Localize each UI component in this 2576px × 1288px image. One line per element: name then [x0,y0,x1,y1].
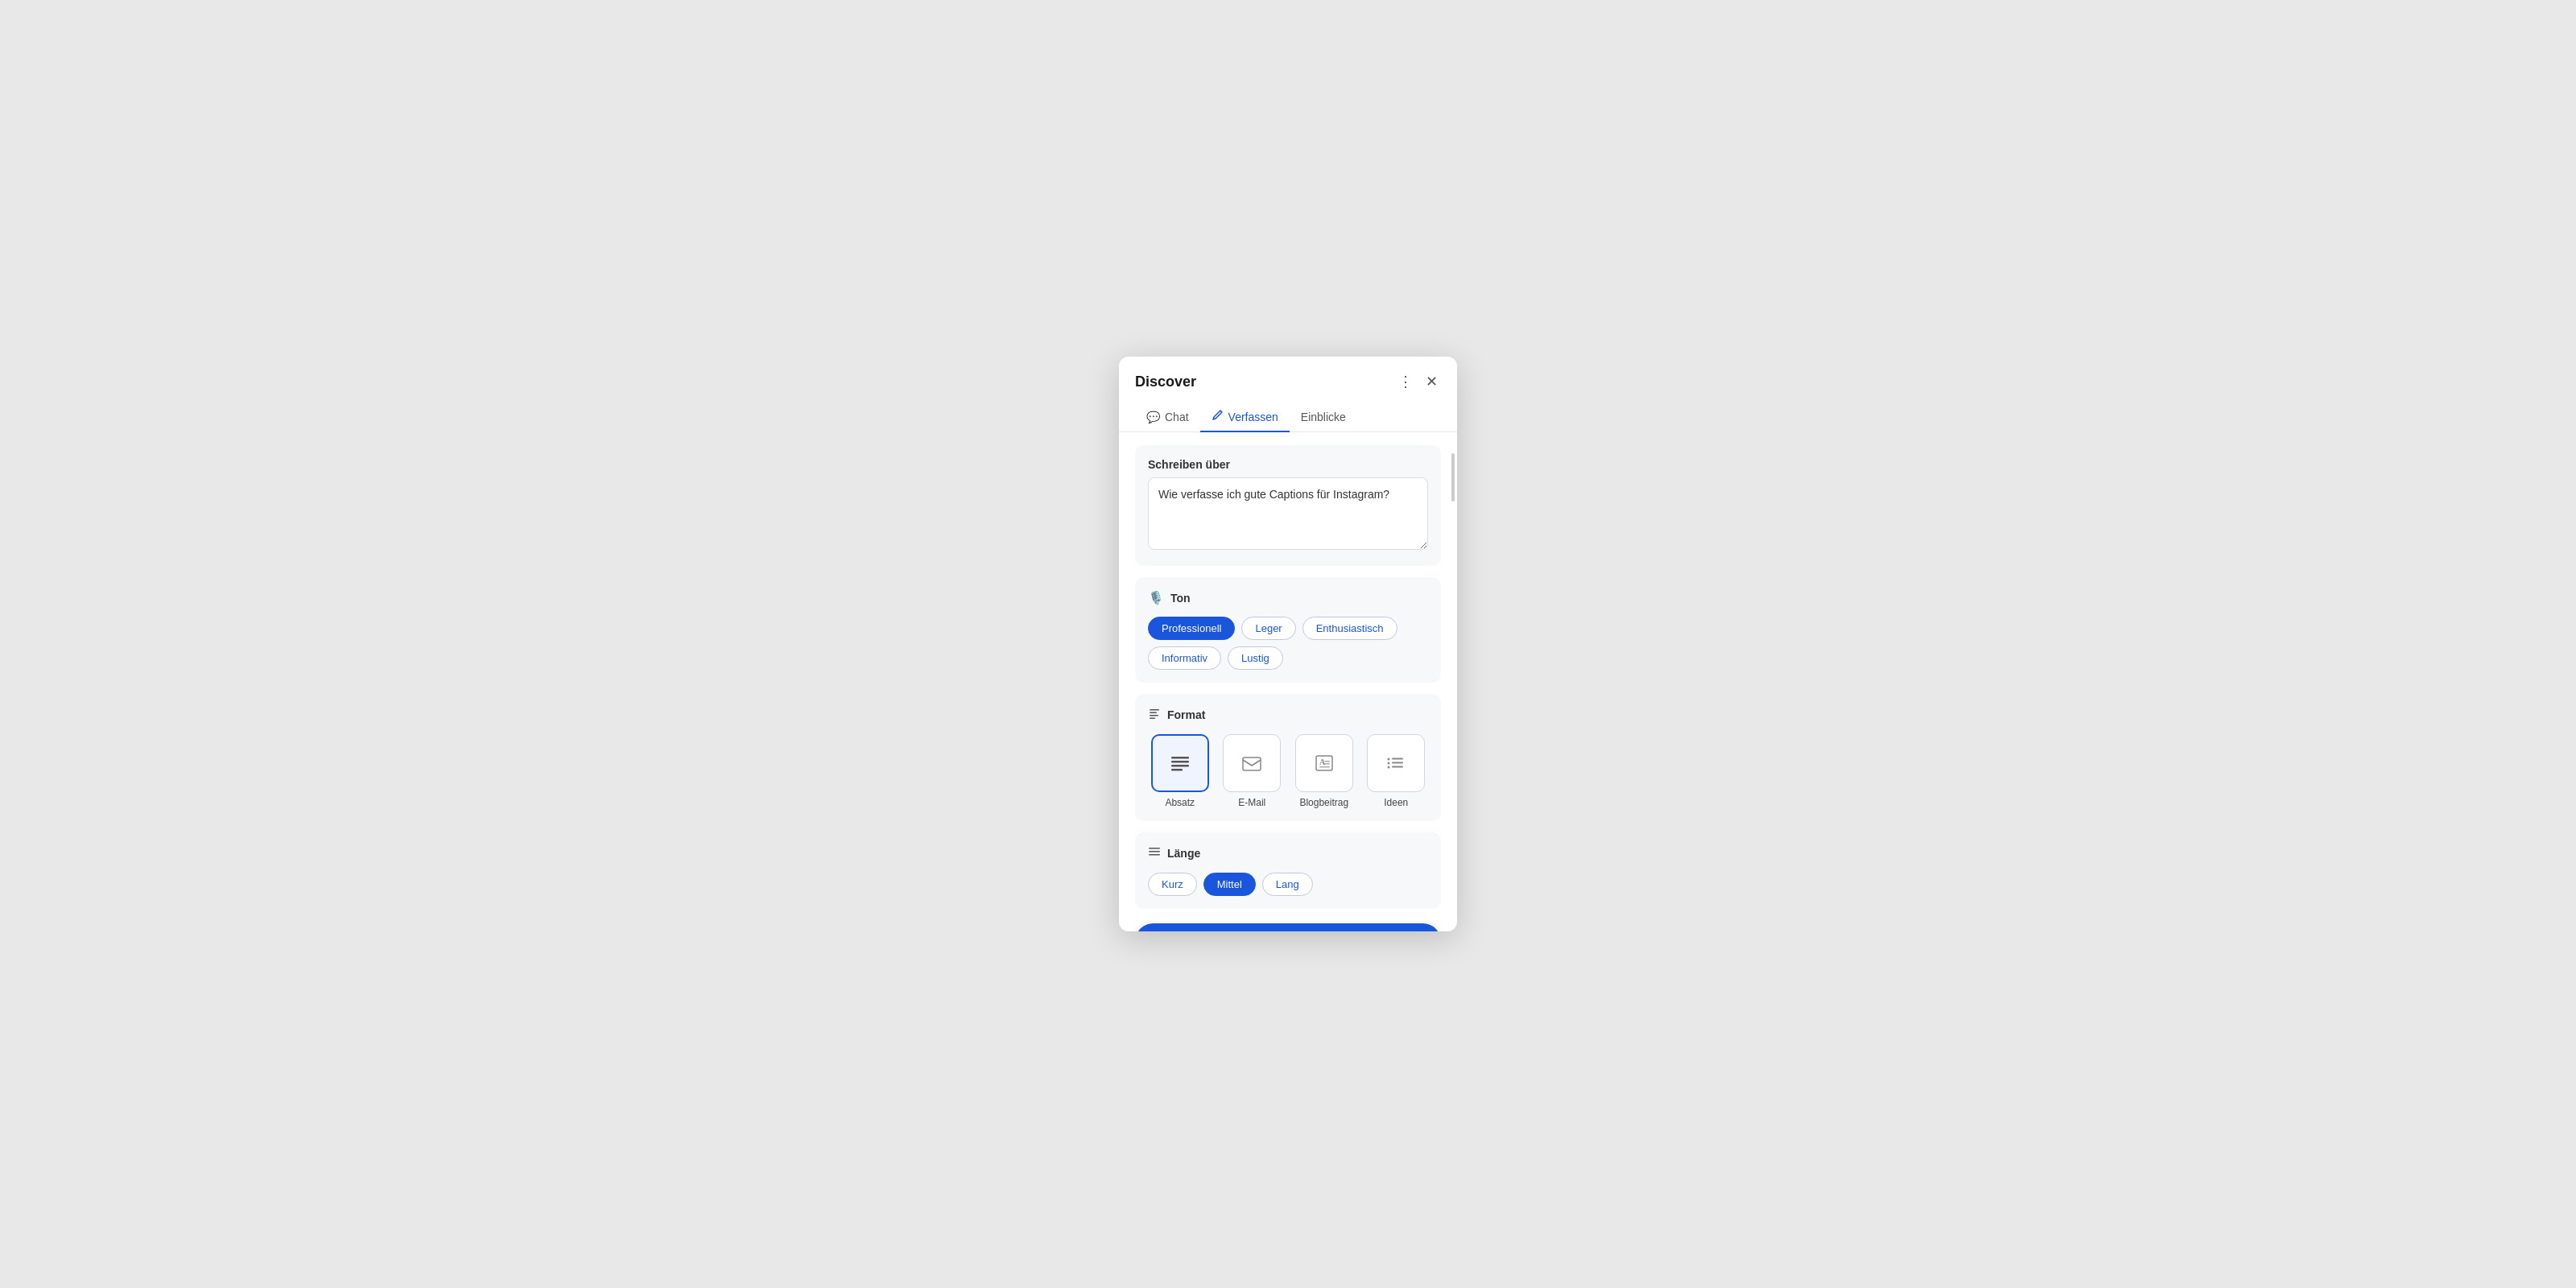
laenge-lang[interactable]: Lang [1262,873,1313,896]
format-absatz-card[interactable] [1151,734,1209,792]
format-blogbeitrag-label: Blogbeitrag [1299,797,1348,808]
ton-enthusiastisch[interactable]: Enthusiastisch [1302,617,1397,640]
format-section: Format Absatz [1135,694,1441,821]
svg-rect-6 [1171,765,1189,767]
svg-rect-13 [1319,766,1330,768]
svg-rect-3 [1150,718,1155,720]
ton-section: 🎙️ Ton Professionell Leger Enthusiastisc… [1135,577,1441,683]
schreiben-textarea[interactable]: Wie verfasse ich gute <span class="capti… [1148,477,1428,550]
tab-verfassen-label: Verfassen [1228,411,1278,423]
format-ideen-card[interactable] [1367,734,1425,792]
svg-rect-7 [1171,769,1183,771]
generate-button[interactable]: Entwurf generieren [1135,923,1441,931]
dialog-header: Discover ⋮ ✕ [1119,357,1457,394]
svg-rect-11 [1324,761,1330,762]
dialog-title: Discover [1135,374,1196,390]
ton-icon: 🎙️ [1148,590,1164,605]
format-email[interactable]: E-Mail [1220,734,1285,808]
scrollbar-indicator[interactable] [1451,453,1455,502]
format-options: Absatz E-Mail [1148,734,1428,808]
ton-professionell[interactable]: Professionell [1148,617,1235,640]
format-absatz-label: Absatz [1165,797,1195,808]
svg-rect-8 [1243,758,1261,770]
ton-label: Ton [1170,592,1191,605]
format-blogbeitrag[interactable]: A Blogbeitrag [1292,734,1356,808]
schreiben-section: Schreiben über Wie verfasse ich gute <sp… [1135,445,1441,566]
ton-lustig[interactable]: Lustig [1228,646,1283,670]
tab-chat[interactable]: 💬 Chat [1135,403,1200,432]
ton-options: Professionell Leger Enthusiastisch Infor… [1148,617,1428,670]
svg-rect-2 [1150,715,1158,716]
svg-rect-22 [1149,854,1160,856]
ton-informativ[interactable]: Informativ [1148,646,1221,670]
verfassen-tab-icon [1212,410,1224,424]
format-ideen-label: Ideen [1384,797,1408,808]
close-icon: ✕ [1426,373,1438,390]
svg-rect-1 [1150,712,1157,714]
header-actions: ⋮ ✕ [1395,369,1441,394]
close-button[interactable]: ✕ [1422,369,1441,394]
svg-rect-5 [1171,761,1189,763]
laenge-label: Länge [1167,847,1200,860]
laenge-header: Länge [1148,845,1428,861]
format-icon [1148,707,1161,723]
schreiben-label: Schreiben über [1148,458,1428,471]
discover-dialog: Discover ⋮ ✕ 💬 Chat Verfassen Einblicke [1119,357,1457,931]
chat-tab-icon: 💬 [1146,411,1160,423]
laenge-kurz[interactable]: Kurz [1148,873,1197,896]
format-ideen[interactable]: Ideen [1364,734,1429,808]
ton-leger[interactable]: Leger [1241,617,1295,640]
svg-rect-4 [1171,757,1189,759]
svg-rect-19 [1392,766,1403,768]
svg-rect-0 [1150,709,1159,711]
tab-einblicke[interactable]: Einblicke [1290,403,1357,432]
svg-point-18 [1388,766,1390,769]
format-label: Format [1167,708,1205,721]
svg-point-14 [1388,758,1390,761]
svg-rect-12 [1324,763,1330,765]
tab-einblicke-label: Einblicke [1301,411,1346,423]
format-email-card[interactable] [1223,734,1281,792]
laenge-options: Kurz Mittel Lang [1148,873,1428,896]
dialog-content: Schreiben über Wie verfasse ich gute <sp… [1119,432,1457,931]
format-absatz[interactable]: Absatz [1148,734,1212,808]
laenge-section: Länge Kurz Mittel Lang [1135,832,1441,909]
format-blogbeitrag-card[interactable]: A [1295,734,1353,792]
svg-rect-17 [1392,762,1403,764]
tab-bar: 💬 Chat Verfassen Einblicke [1119,394,1457,432]
tab-chat-label: Chat [1165,411,1189,423]
more-options-button[interactable]: ⋮ [1395,369,1416,394]
svg-rect-20 [1149,848,1160,849]
svg-rect-15 [1392,758,1403,760]
more-icon: ⋮ [1398,373,1413,390]
ton-header: 🎙️ Ton [1148,590,1428,605]
laenge-icon [1148,845,1161,861]
tab-verfassen[interactable]: Verfassen [1200,403,1290,432]
svg-point-16 [1388,762,1390,765]
format-header: Format [1148,707,1428,723]
laenge-mittel[interactable]: Mittel [1203,873,1256,896]
svg-rect-21 [1149,851,1160,852]
format-email-label: E-Mail [1238,797,1265,808]
